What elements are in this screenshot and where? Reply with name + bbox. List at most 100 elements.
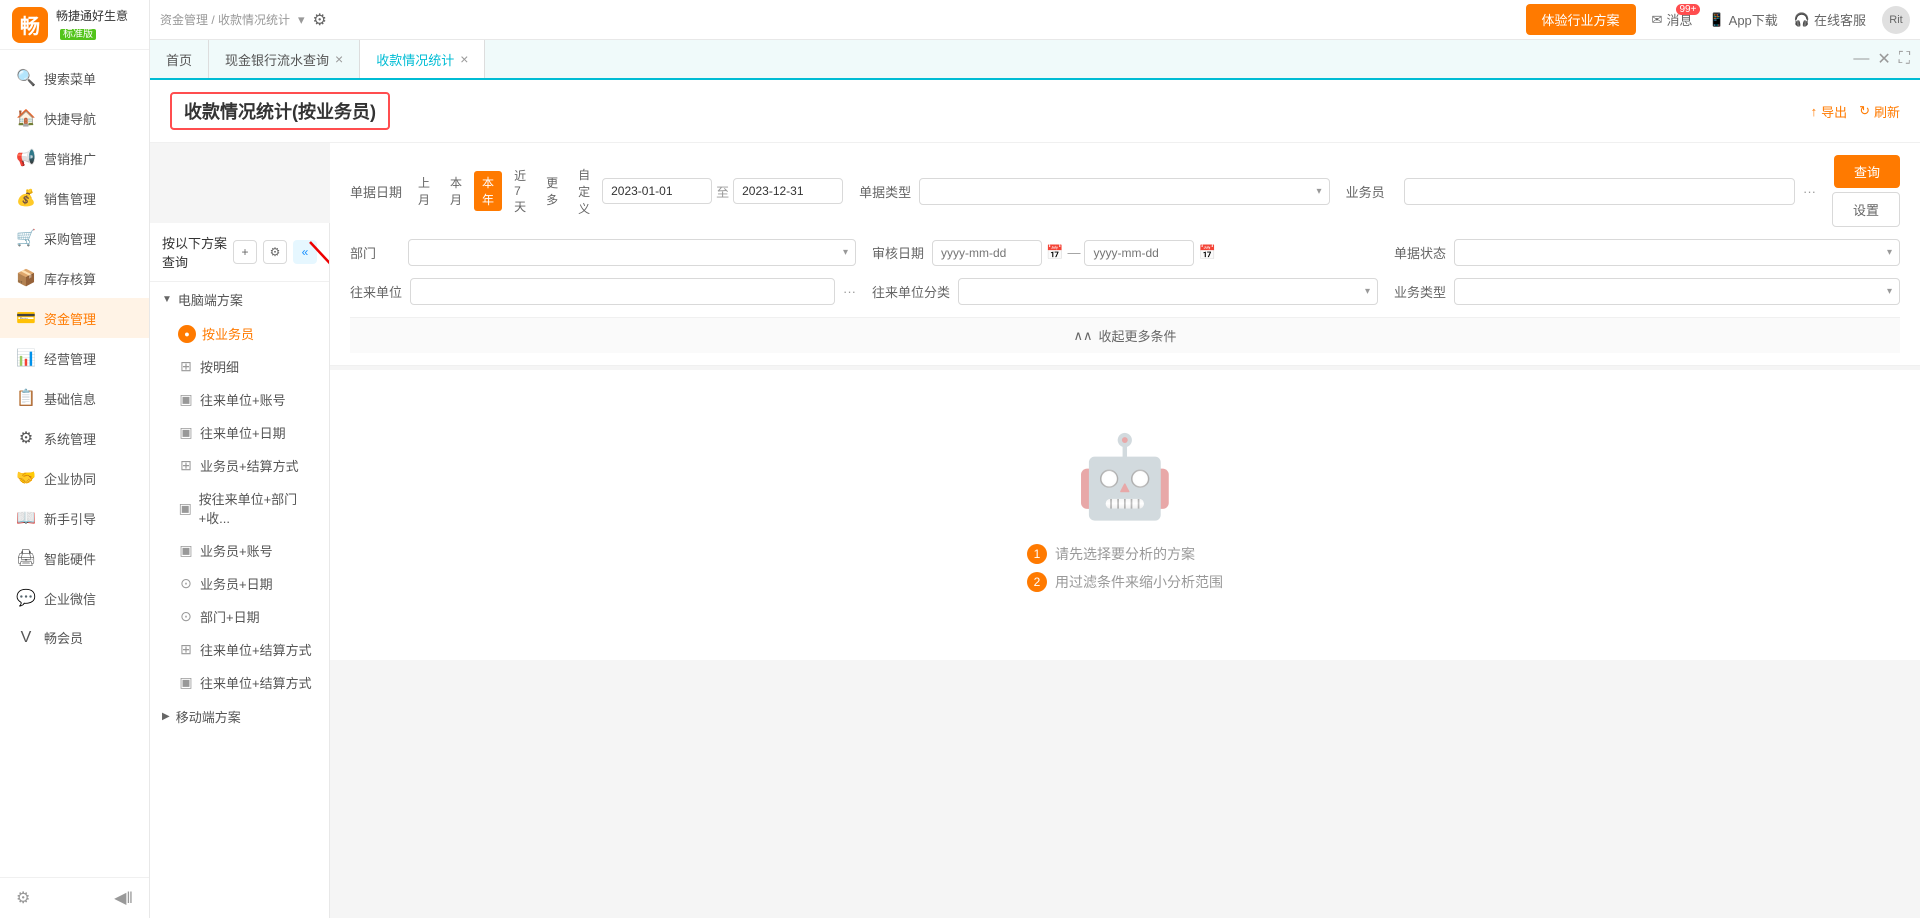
scheme-item-partner-date[interactable]: ▣ 往来单位+日期 [150, 416, 329, 449]
scheme-item-salesperson-date[interactable]: ⊙ 业务员+日期 [150, 567, 329, 600]
sidebar-item-search[interactable]: 🔍 搜索菜单 [0, 58, 149, 98]
sidebar-item-finance[interactable]: 💳 资金管理 [0, 298, 149, 338]
scheme-add-btn[interactable]: + [233, 240, 257, 264]
partner-category-select[interactable] [958, 278, 1378, 305]
tab-expand-icon[interactable]: ⛶ [1899, 50, 1910, 68]
tab-home[interactable]: 首页 [150, 40, 209, 78]
date-tab-thismonth[interactable]: 本月 [442, 171, 470, 211]
salesperson-select[interactable] [1404, 178, 1795, 205]
logo-text: 畅捷通好生意 [56, 9, 128, 25]
setting-button[interactable]: 设置 [1832, 192, 1900, 227]
tab-bank-label: 现金银行流水查询 [225, 50, 329, 69]
collapse-sidebar-icon[interactable]: ◀‖ [114, 888, 133, 908]
export-button[interactable]: ↑ 导出 [1811, 102, 1848, 121]
tab-bank[interactable]: 现金银行流水查询 × [209, 40, 360, 78]
empty-step-1: 1 请先选择要分析的方案 [1027, 544, 1223, 564]
review-date-from-input[interactable] [932, 240, 1042, 266]
cal-icon-from[interactable]: 📅 [1046, 244, 1063, 261]
main-area: 单据日期 上月 本月 本年 近7天 更多 自定义 [330, 143, 1920, 918]
export-icon: ↑ [1811, 104, 1818, 119]
sidebar-item-system[interactable]: ⚙ 系统管理 [0, 418, 149, 458]
review-date-to-input[interactable] [1084, 240, 1194, 266]
app-download-btn[interactable]: 📱 App下载 [1708, 10, 1777, 29]
dept-field: 部门 ▾ [350, 239, 856, 266]
user-avatar[interactable]: Rit [1882, 6, 1910, 34]
scheme-gear-btn[interactable]: ⚙ [263, 240, 287, 264]
sidebar-item-marketing[interactable]: 📢 营销推广 [0, 138, 149, 178]
type-select[interactable] [919, 178, 1329, 205]
biz-type-select[interactable] [1454, 278, 1900, 305]
table-icon: ▣ [178, 391, 194, 408]
sidebar-item-quicknav[interactable]: 🏠 快捷导航 [0, 98, 149, 138]
guide-icon: 📖 [16, 508, 36, 528]
sidebar-item-basic[interactable]: 📋 基础信息 [0, 378, 149, 418]
breadcrumb-dropdown-icon[interactable]: ▾ [298, 12, 305, 28]
tab-bank-close[interactable]: × [335, 51, 343, 67]
trial-button[interactable]: 体验行业方案 [1526, 4, 1636, 35]
scheme-item-partner-settle1[interactable]: ⊞ 往来单位+结算方式 [150, 633, 329, 666]
scheme-panel: 按以下方案查询 + ⚙ « [150, 223, 330, 918]
scheme-item-salesperson[interactable]: ● 按业务员 [150, 317, 329, 350]
date-tab-lastmonth[interactable]: 上月 [410, 171, 438, 211]
scheme-item-salesperson-settle[interactable]: ⊞ 业务员+结算方式 [150, 449, 329, 482]
collapse-up-icon: ∧∧ [1073, 328, 1092, 344]
date-separator: 至 [716, 182, 729, 201]
collapse-bar[interactable]: ∧∧ 收起更多条件 [350, 317, 1900, 353]
sidebar-item-purchase[interactable]: 🛒 采购管理 [0, 218, 149, 258]
sidebar-item-guide[interactable]: 📖 新手引导 [0, 498, 149, 538]
partner-more-btn[interactable]: ··· [843, 284, 856, 299]
refresh-button[interactable]: ↻ 刷新 [1859, 102, 1900, 121]
cal-icon-to[interactable]: 📅 [1198, 244, 1215, 261]
tab-receipt-close[interactable]: × [460, 51, 468, 67]
scheme-item-label: 按往来单位+部门+收... [199, 489, 317, 527]
topbar-gear-icon[interactable]: ⚙ [313, 10, 327, 30]
date-to-input[interactable] [733, 178, 843, 204]
date-tab-7days[interactable]: 近7天 [506, 164, 534, 218]
tab-minimize-icon[interactable]: — [1853, 50, 1869, 68]
sidebar-item-label: 库存核算 [44, 269, 96, 288]
service-icon: 🎧 [1794, 12, 1810, 28]
date-tab-custom[interactable]: 自定义 [570, 163, 598, 220]
chevron-right-icon: ▶ [162, 711, 170, 722]
sidebar-logo: 畅 畅捷通好生意 标准版 [0, 0, 149, 50]
scheme-item-partner-account[interactable]: ▣ 往来单位+账号 [150, 383, 329, 416]
sidebar-item-inventory[interactable]: 📦 库存核算 [0, 258, 149, 298]
date-from-input[interactable] [602, 178, 712, 204]
scheme-category-mobile[interactable]: ▶ 移动端方案 [150, 699, 329, 734]
sidebar-item-vip[interactable]: V 畅会员 [0, 618, 149, 657]
scheme-item-dept-date[interactable]: ⊙ 部门+日期 [150, 600, 329, 633]
doc-status-select-wrap: ▾ [1454, 239, 1900, 266]
date-tab-thisyear[interactable]: 本年 [474, 171, 502, 211]
scheme-item-salesperson-account[interactable]: ▣ 业务员+账号 [150, 534, 329, 567]
online-service-btn[interactable]: 🎧 在线客服 [1794, 10, 1866, 29]
salesperson-more-btn[interactable]: ··· [1803, 184, 1816, 199]
scheme-category-pc[interactable]: ▼ 电脑端方案 [150, 282, 329, 317]
date-tab-more[interactable]: 更多 [538, 171, 566, 211]
sidebar-item-corp[interactable]: 🤝 企业协同 [0, 458, 149, 498]
dept-select[interactable] [408, 239, 856, 266]
top-bar-right: 体验行业方案 ✉ 消息 99+ 📱 App下载 🎧 在线客服 Rit [1526, 4, 1910, 35]
top-bar-left: 资金管理 / 收款情况统计 ▾ ⚙ [160, 10, 1526, 30]
top-bar: 资金管理 / 收款情况统计 ▾ ⚙ 体验行业方案 ✉ 消息 99+ 📱 App下… [150, 0, 1920, 40]
sidebar-item-label: 营销推广 [44, 149, 96, 168]
doc-status-select[interactable] [1454, 239, 1900, 266]
scheme-item-detail[interactable]: ⊞ 按明细 [150, 350, 329, 383]
tab-close-icon[interactable]: ✕ [1877, 49, 1890, 69]
partner-select-wrap [410, 278, 835, 305]
sidebar-item-sales[interactable]: 💰 销售管理 [0, 178, 149, 218]
messages-btn[interactable]: ✉ 消息 99+ [1652, 10, 1693, 29]
partner-field: 往来单位 ··· [350, 278, 856, 305]
scheme-item-partner-dept[interactable]: ▣ 按往来单位+部门+收... [150, 482, 329, 534]
scheme-collapse-btn[interactable]: « [293, 240, 317, 264]
sidebar-item-wechat[interactable]: 💬 企业微信 [0, 578, 149, 618]
sidebar-item-hardware[interactable]: 🖨 智能硬件 [0, 538, 149, 578]
sidebar-item-operations[interactable]: 📊 经营管理 [0, 338, 149, 378]
filter-panel: 单据日期 上月 本月 本年 近7天 更多 自定义 [330, 143, 1920, 366]
vip-icon: V [16, 629, 36, 647]
query-button[interactable]: 查询 [1834, 155, 1900, 188]
scheme-item-partner-settle2[interactable]: ▣ 往来单位+结算方式 [150, 666, 329, 699]
tab-receipt[interactable]: 收款情况统计 × [360, 40, 485, 78]
table-icon2: ▣ [178, 424, 194, 441]
partner-select[interactable] [410, 278, 835, 305]
settings-icon[interactable]: ⚙ [16, 888, 30, 908]
